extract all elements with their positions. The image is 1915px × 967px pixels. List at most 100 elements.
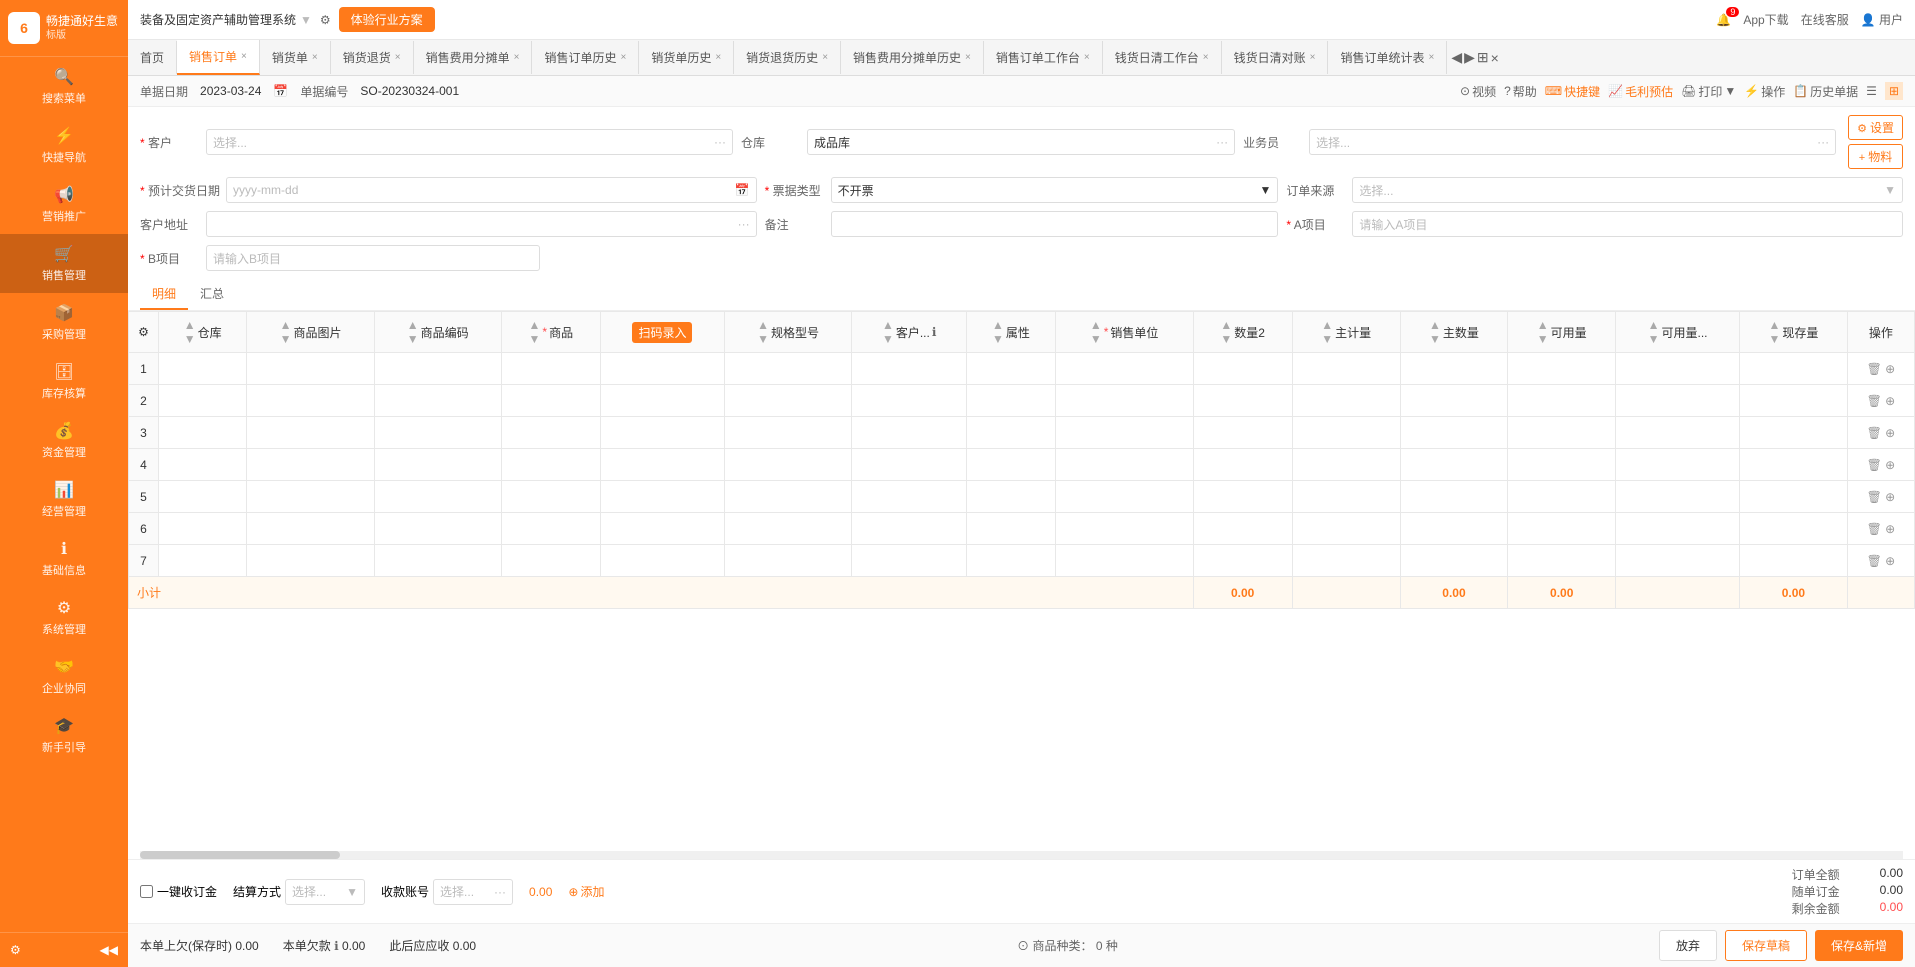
sidebar-item-purchase[interactable]: 📦 采购管理	[0, 293, 128, 352]
row-delete-2[interactable]: 🗑	[1867, 394, 1882, 408]
th-settings[interactable]: ⚙	[129, 312, 159, 353]
row-available2-7[interactable]	[1616, 545, 1740, 577]
row-customer-code-2[interactable]	[852, 385, 967, 417]
tab-return[interactable]: 销货退货 ×	[331, 41, 414, 74]
row-spec-2[interactable]	[724, 385, 851, 417]
row-available-4[interactable]	[1508, 449, 1616, 481]
row-current-3[interactable]	[1740, 417, 1848, 449]
th-scan[interactable]: 扫码录入	[600, 312, 724, 353]
tab-workbench[interactable]: 销售订单工作台 ×	[984, 41, 1103, 74]
th-main-qty[interactable]: ▲▼ 主数量	[1400, 312, 1508, 353]
save-draft-btn[interactable]: 保存草稿	[1725, 930, 1807, 961]
row-qty2-5[interactable]	[1193, 481, 1292, 513]
delivery-date-input[interactable]: yyyy-mm-dd 📅	[226, 177, 757, 203]
row-code-1[interactable]	[374, 353, 501, 385]
tab-detail[interactable]: 明细	[140, 279, 188, 310]
row-warehouse-7[interactable]	[159, 545, 247, 577]
view-toggle-list[interactable]: ☰	[1866, 84, 1877, 98]
tab-expand-btn[interactable]: ⊞	[1477, 49, 1489, 66]
row-qty2-2[interactable]	[1193, 385, 1292, 417]
row-image-4[interactable]	[247, 449, 374, 481]
tab-close-sales-slip[interactable]: ×	[312, 52, 318, 63]
tab-sales-order[interactable]: 销售订单 ×	[177, 40, 260, 75]
settings-icon[interactable]: ⚙	[10, 943, 21, 957]
tab-close-daily-reconcile[interactable]: ×	[1310, 52, 1316, 63]
row-warehouse-2[interactable]	[159, 385, 247, 417]
user-avatar[interactable]: 👤 用户	[1861, 11, 1903, 28]
tab-close-workbench[interactable]: ×	[1084, 52, 1090, 63]
sidebar-item-enterprise[interactable]: 🤝 企业协同	[0, 647, 128, 706]
tab-home[interactable]: 首页	[128, 41, 177, 74]
tab-slip-history[interactable]: 销货单历史 ×	[639, 41, 734, 74]
history-btn[interactable]: 📋 历史单据	[1793, 83, 1858, 100]
sidebar-item-inventory[interactable]: 🗄 库存核算	[0, 352, 128, 411]
order-source-input[interactable]: 选择... ▼	[1352, 177, 1903, 203]
row-available-6[interactable]	[1508, 513, 1616, 545]
shortcut-btn[interactable]: ⌨ 快捷键	[1545, 83, 1600, 100]
help-btn[interactable]: ? 帮助	[1504, 83, 1537, 100]
row-current-6[interactable]	[1740, 513, 1848, 545]
row-available-7[interactable]	[1508, 545, 1616, 577]
th-image[interactable]: ▲▼ 商品图片	[247, 312, 374, 353]
row-available2-5[interactable]	[1616, 481, 1740, 513]
row-customer-code-5[interactable]	[852, 481, 967, 513]
row-unit-4[interactable]	[1055, 449, 1193, 481]
tab-close-order-history[interactable]: ×	[620, 52, 626, 63]
row-warehouse-4[interactable]	[159, 449, 247, 481]
row-copy-3[interactable]: ⊕	[1885, 426, 1895, 440]
one-click-checkbox[interactable]	[140, 885, 153, 898]
row-warehouse-5[interactable]	[159, 481, 247, 513]
row-qty2-7[interactable]	[1193, 545, 1292, 577]
remarks-input[interactable]	[831, 211, 1279, 237]
th-main-unit[interactable]: ▲▼ 主计量	[1292, 312, 1400, 353]
row-code-4[interactable]	[374, 449, 501, 481]
row-product-4[interactable]	[501, 449, 600, 481]
row-attr-5[interactable]	[967, 481, 1055, 513]
row-available2-6[interactable]	[1616, 513, 1740, 545]
row-image-6[interactable]	[247, 513, 374, 545]
row-customer-code-6[interactable]	[852, 513, 967, 545]
row-main-unit-3[interactable]	[1292, 417, 1400, 449]
row-available2-2[interactable]	[1616, 385, 1740, 417]
sidebar-item-sales[interactable]: 🛒 销售管理	[0, 234, 128, 293]
tab-summary[interactable]: 汇总	[188, 279, 236, 310]
row-main-qty-4[interactable]	[1400, 449, 1508, 481]
row-delete-6[interactable]: 🗑	[1867, 522, 1882, 536]
row-copy-6[interactable]: ⊕	[1885, 522, 1895, 536]
row-product-5[interactable]	[501, 481, 600, 513]
row-available-5[interactable]	[1508, 481, 1616, 513]
row-attr-1[interactable]	[967, 353, 1055, 385]
row-attr-3[interactable]	[967, 417, 1055, 449]
row-main-qty-3[interactable]	[1400, 417, 1508, 449]
tab-expense[interactable]: 销售费用分摊单 ×	[414, 41, 533, 74]
th-spec[interactable]: ▲▼ 规格型号	[724, 312, 851, 353]
row-spec-6[interactable]	[724, 513, 851, 545]
warehouse-input[interactable]: 成品库 ···	[807, 129, 1235, 155]
row-current-2[interactable]	[1740, 385, 1848, 417]
row-unit-7[interactable]	[1055, 545, 1193, 577]
sidebar-item-finance[interactable]: 💰 资金管理	[0, 411, 128, 470]
sidebar-item-operations[interactable]: 📊 经营管理	[0, 470, 128, 529]
row-available2-3[interactable]	[1616, 417, 1740, 449]
row-attr-7[interactable]	[967, 545, 1055, 577]
row-image-3[interactable]	[247, 417, 374, 449]
row-code-6[interactable]	[374, 513, 501, 545]
profit-btn[interactable]: 📈 毛利预估	[1608, 83, 1673, 100]
row-customer-code-7[interactable]	[852, 545, 967, 577]
row-product-1[interactable]	[501, 353, 600, 385]
row-delete-5[interactable]: 🗑	[1867, 490, 1882, 504]
sidebar-item-quick[interactable]: ⚡ 快捷导航	[0, 116, 128, 175]
row-customer-code-3[interactable]	[852, 417, 967, 449]
row-main-unit-4[interactable]	[1292, 449, 1400, 481]
th-code[interactable]: ▲▼ 商品编码	[374, 312, 501, 353]
row-main-unit-5[interactable]	[1292, 481, 1400, 513]
tab-close-daily-work[interactable]: ×	[1203, 52, 1209, 63]
row-unit-6[interactable]	[1055, 513, 1193, 545]
row-spec-3[interactable]	[724, 417, 851, 449]
industry-btn[interactable]: 体验行业方案	[339, 7, 435, 32]
product-types-icon[interactable]: ⊙	[1017, 939, 1029, 953]
row-main-unit-1[interactable]	[1292, 353, 1400, 385]
row-main-unit-2[interactable]	[1292, 385, 1400, 417]
th-customer-code[interactable]: ▲▼ 客户... ℹ	[852, 312, 967, 353]
a-project-input[interactable]: 请输入A项目	[1352, 211, 1903, 237]
